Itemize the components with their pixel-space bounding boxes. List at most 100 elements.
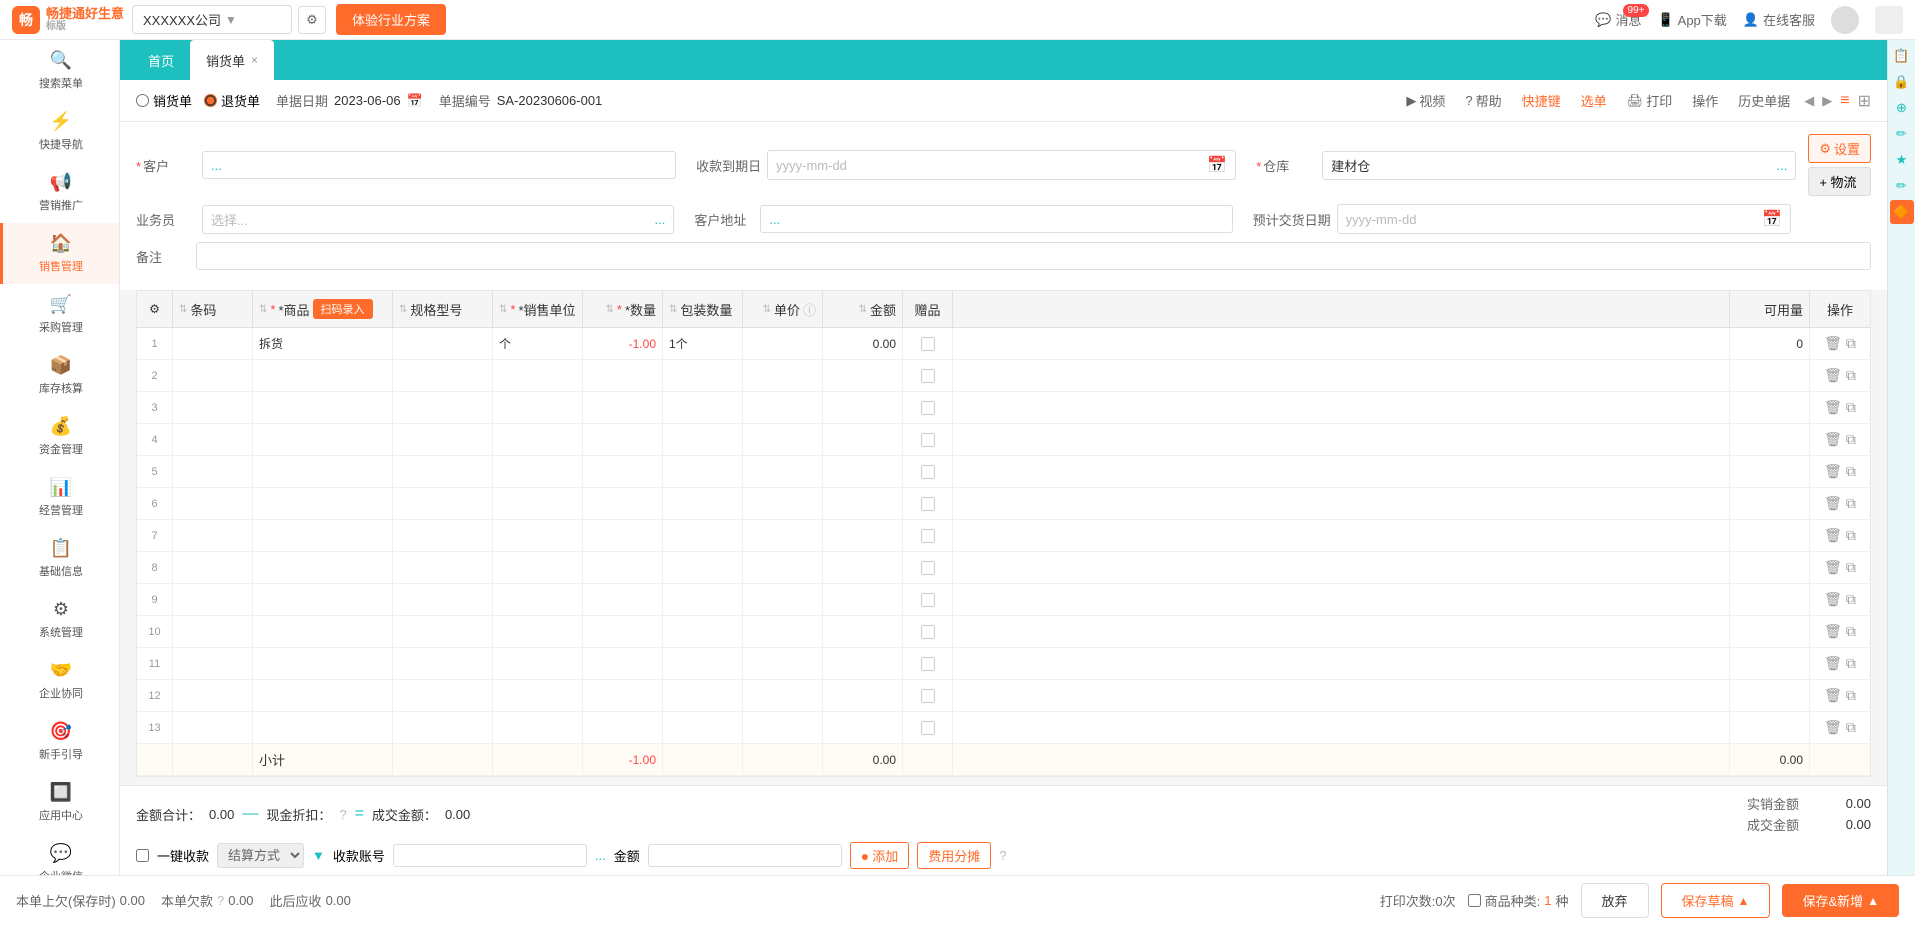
- tab-close-icon[interactable]: ×: [251, 53, 258, 67]
- video-button[interactable]: ▶ 视频: [1400, 88, 1451, 113]
- row-unit-1[interactable]: 个: [493, 328, 583, 359]
- delivery-calendar-icon[interactable]: 📅: [1762, 209, 1782, 229]
- gift-checkbox[interactable]: [921, 593, 935, 607]
- row-qty-1[interactable]: -1.00: [583, 328, 663, 359]
- print-button[interactable]: 🖨 打印: [1621, 88, 1679, 113]
- settings-button[interactable]: ⚙ 设置: [1808, 134, 1871, 163]
- logistics-button[interactable]: + 物流: [1808, 167, 1871, 196]
- discount-help-icon[interactable]: ?: [339, 807, 346, 822]
- delete-row-icon[interactable]: 🗑: [1824, 719, 1842, 736]
- gift-checkbox-1[interactable]: [921, 337, 935, 351]
- sidebar-item-system[interactable]: ⚙ 系统管理: [0, 589, 119, 650]
- row-price-1[interactable]: [743, 328, 823, 359]
- save-new-button[interactable]: 保存&新增 ▲: [1782, 884, 1899, 917]
- row-product-1[interactable]: 拆货: [253, 328, 393, 359]
- list-view-icon[interactable]: ≡: [1840, 92, 1849, 110]
- delete-row-icon[interactable]: 🗑: [1824, 687, 1842, 704]
- sidebar-item-marketing[interactable]: 📢 营销推广: [0, 162, 119, 223]
- user-avatar[interactable]: [1831, 6, 1859, 34]
- right-panel-btn-6[interactable]: ✏: [1890, 174, 1914, 198]
- right-panel-btn-7[interactable]: 🔶: [1890, 200, 1914, 224]
- right-panel-btn-5[interactable]: ★: [1890, 148, 1914, 172]
- row-spec-1[interactable]: [393, 328, 493, 359]
- discard-button[interactable]: 放弃: [1581, 883, 1649, 918]
- next-icon[interactable]: ▶: [1822, 93, 1832, 109]
- account-input[interactable]: [393, 844, 587, 867]
- gift-checkbox[interactable]: [921, 721, 935, 735]
- account-dots[interactable]: ...: [595, 848, 606, 863]
- expense-button[interactable]: 费用分摊: [917, 842, 991, 869]
- copy-row-icon[interactable]: ⧉: [1846, 367, 1856, 384]
- operation-button[interactable]: 操作: [1686, 88, 1724, 113]
- sidebar-item-basic-info[interactable]: 📋 基础信息: [0, 528, 119, 589]
- right-panel-btn-1[interactable]: 📋: [1890, 44, 1914, 68]
- delivery-date-input[interactable]: yyyy-mm-dd 📅: [1337, 204, 1791, 234]
- delete-row-icon[interactable]: 🗑: [1824, 431, 1842, 448]
- delete-row-icon[interactable]: 🗑: [1824, 559, 1842, 576]
- address-input[interactable]: ...: [760, 205, 1232, 233]
- history-button[interactable]: 历史单据: [1732, 88, 1796, 113]
- copy-row-icon[interactable]: ⧉: [1846, 463, 1856, 480]
- row-amount-1[interactable]: 0.00: [823, 328, 903, 359]
- copy-row-icon[interactable]: ⧉: [1846, 559, 1856, 576]
- calendar-icon[interactable]: 📅: [407, 93, 423, 109]
- delete-row-icon[interactable]: 🗑: [1824, 591, 1842, 608]
- copy-row-icon[interactable]: ⧉: [1846, 431, 1856, 448]
- copy-row-icon[interactable]: ⧉: [1846, 527, 1856, 544]
- tab-home[interactable]: 首页: [132, 40, 190, 80]
- product-types[interactable]: 商品种类: 1 种: [1468, 891, 1569, 910]
- calc-method-dots[interactable]: ▼: [312, 848, 325, 863]
- sidebar-item-quick-nav[interactable]: ⚡ 快捷导航: [0, 101, 119, 162]
- sidebar-item-sales[interactable]: 🏠 销售管理: [0, 223, 119, 284]
- warehouse-dots[interactable]: ...: [1776, 158, 1787, 173]
- right-panel-btn-2[interactable]: 🔒: [1890, 70, 1914, 94]
- row-gift-1[interactable]: [903, 328, 953, 359]
- copy-row-icon[interactable]: ⧉: [1846, 687, 1856, 704]
- sidebar-item-inventory[interactable]: 📦 库存核算: [0, 345, 119, 406]
- copy-row-icon[interactable]: ⧉: [1846, 399, 1856, 416]
- sidebar-item-wechat[interactable]: 💬 企业微信: [0, 833, 119, 875]
- product-types-checkbox[interactable]: [1468, 894, 1481, 907]
- shortcut-button[interactable]: 快捷键: [1516, 88, 1567, 113]
- sidebar-item-collab[interactable]: 🤝 企业协同: [0, 650, 119, 711]
- sidebar-item-business[interactable]: 📊 经营管理: [0, 467, 119, 528]
- sidebar-item-guide[interactable]: 🎯 新手引导: [0, 711, 119, 772]
- tab-sales-order[interactable]: 销货单 ×: [190, 40, 274, 80]
- salesperson-dots[interactable]: ...: [654, 212, 665, 227]
- copy-row-icon[interactable]: ⧉: [1846, 655, 1856, 672]
- online-service-button[interactable]: 👤 在线客服: [1743, 10, 1815, 29]
- gift-checkbox[interactable]: [921, 465, 935, 479]
- save-draft-button[interactable]: 保存草稿 ▲: [1661, 883, 1771, 918]
- gift-checkbox[interactable]: [921, 529, 935, 543]
- message-button[interactable]: 💬 消息 99+: [1595, 10, 1641, 29]
- delete-row-icon[interactable]: 🗑: [1824, 495, 1842, 512]
- company-selector[interactable]: XXXXXX公司 ▼: [132, 5, 292, 34]
- one-click-payment-checkbox[interactable]: [136, 849, 149, 862]
- add-payment-button[interactable]: ● 添加: [850, 842, 909, 869]
- copy-row-icon[interactable]: ⧉: [1846, 495, 1856, 512]
- gift-checkbox[interactable]: [921, 401, 935, 415]
- warehouse-input[interactable]: 建材仓 ...: [1322, 151, 1796, 180]
- payment-amount-input[interactable]: [648, 844, 842, 867]
- delete-row-icon[interactable]: 🗑: [1824, 527, 1842, 544]
- remark-input[interactable]: [196, 242, 1871, 270]
- scan-button[interactable]: 扫码录入: [313, 299, 373, 319]
- select-button[interactable]: 选单: [1575, 88, 1613, 113]
- gift-checkbox[interactable]: [921, 625, 935, 639]
- trial-button[interactable]: 体验行业方案: [336, 4, 446, 35]
- row-desc-1[interactable]: [953, 328, 1730, 359]
- th-settings[interactable]: ⚙: [137, 291, 173, 327]
- right-panel-btn-4[interactable]: ✏: [1890, 122, 1914, 146]
- delete-row-icon[interactable]: 🗑: [1824, 623, 1842, 640]
- gift-checkbox[interactable]: [921, 497, 935, 511]
- salesperson-input[interactable]: 选择... ...: [202, 205, 674, 234]
- return-order-radio[interactable]: 退货单: [204, 91, 260, 110]
- sales-order-radio[interactable]: 销货单: [136, 91, 192, 110]
- delete-row-icon[interactable]: 🗑: [1824, 655, 1842, 672]
- sidebar-item-apps[interactable]: 🔲 应用中心: [0, 772, 119, 833]
- order-short-help-icon[interactable]: ?: [217, 893, 224, 908]
- payment-date-input[interactable]: yyyy-mm-dd 📅: [767, 150, 1236, 180]
- row-barcode-1[interactable]: [173, 328, 253, 359]
- customer-input[interactable]: ...: [202, 151, 676, 179]
- gift-checkbox[interactable]: [921, 657, 935, 671]
